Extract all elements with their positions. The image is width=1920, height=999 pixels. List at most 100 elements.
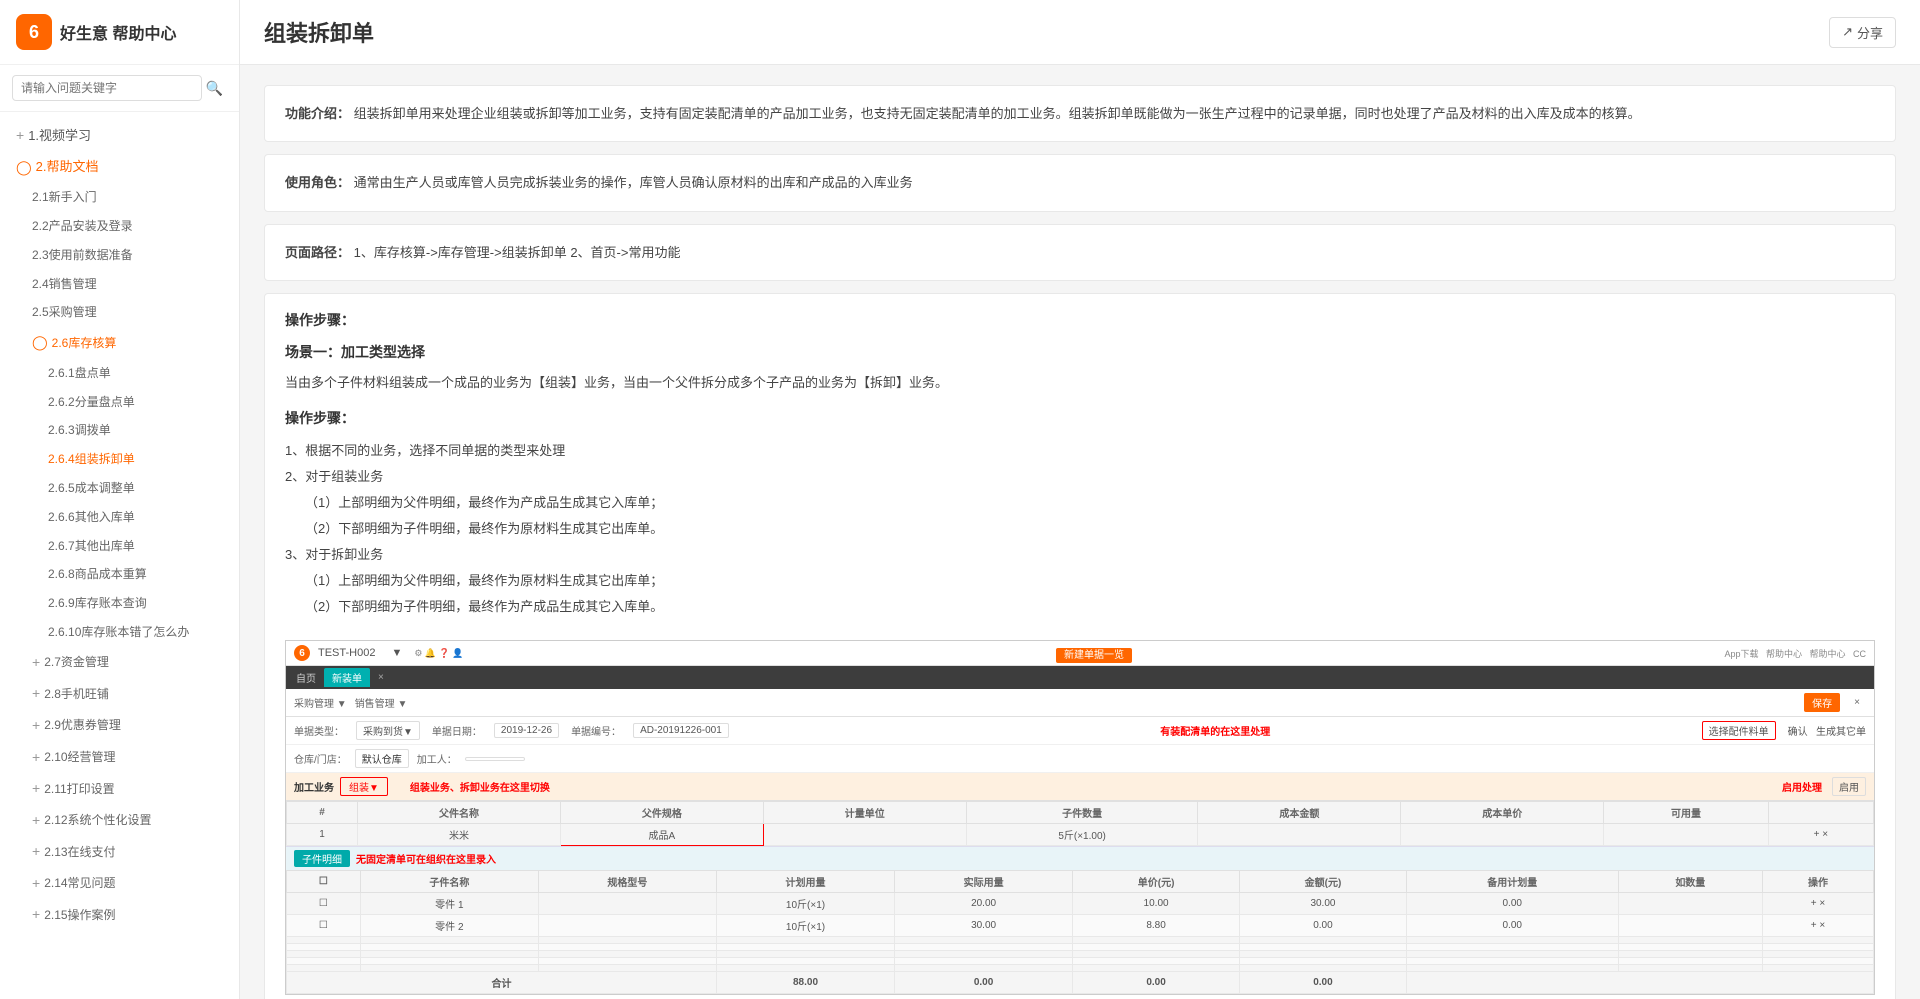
mock-doc-type-value: 采购到货▼ bbox=[356, 721, 420, 740]
search-area: 🔍 bbox=[0, 65, 239, 112]
mock-upper-table-wrapper: # 父件名称 父件规格 计量单位 子件数量 成本金额 成本单价 可用量 bbox=[286, 801, 1874, 846]
func-intro-text: 组装拆卸单用来处理企业组装或拆卸等加工业务，支持有固定装配清单的产品加工业务，也… bbox=[354, 106, 1641, 121]
mock-top-nav-btn: 新建单据一览 bbox=[472, 646, 1717, 661]
sidebar-item-2[interactable]: ◯ 2.帮助文档 bbox=[0, 152, 239, 184]
mock-lower-header: 子件明细 无固定清单可在组织在这里录入 bbox=[286, 846, 1874, 870]
sidebar-item-2-6-8[interactable]: 2.6.8商品成本重算 bbox=[0, 560, 239, 589]
steps-main-title: 操作步骤： bbox=[285, 310, 1875, 330]
mock-th-seq: # bbox=[287, 802, 358, 824]
func-intro-label: 功能介绍： bbox=[285, 106, 350, 121]
sidebar-item-2-6-9[interactable]: 2.6.9库存账本查询 bbox=[0, 589, 239, 618]
mock-save-btn: 保存 bbox=[1804, 693, 1840, 712]
mock-dept-value: 默认仓库 bbox=[355, 749, 409, 768]
mock-lt-th-ops: 操作 bbox=[1763, 871, 1874, 893]
sidebar-item-2-8[interactable]: + 2.8手机旺铺 bbox=[0, 678, 239, 710]
mock-enable-annotation: 启用处理 bbox=[1782, 779, 1822, 794]
expand-icon-2-10: + bbox=[32, 748, 40, 768]
mock-lt-th-plan-qty: 计划用量 bbox=[716, 871, 894, 893]
sidebar-item-2-6-6[interactable]: 2.6.6其他入库单 bbox=[0, 503, 239, 532]
expand-icon-2-8: + bbox=[32, 684, 40, 704]
step2-1: （1）上部明细为父件明细，最终作为产成品生成其它入库单； bbox=[285, 490, 1875, 516]
sidebar-item-2-1[interactable]: 2.1新手入门 bbox=[0, 183, 239, 212]
search-input[interactable] bbox=[12, 75, 202, 101]
sidebar-item-2-6-10[interactable]: 2.6.10库存账本错了怎么办 bbox=[0, 618, 239, 647]
mock-lower-tab: 子件明细 bbox=[294, 850, 350, 867]
share-icon: ↗ bbox=[1842, 24, 1853, 40]
mock-doc-type-label: 单据类型： bbox=[294, 723, 344, 738]
mock-ui: 6 TEST-H002 ▼ ⚙ 🔔 ❓ 👤 新建单据一览 App下载 帮助中心 … bbox=[286, 641, 1874, 994]
mock-table-footer: 合计 88.00 0.00 0.00 0.00 bbox=[287, 972, 1874, 994]
mock-top-icons: ⚙ 🔔 ❓ 👤 bbox=[414, 648, 463, 659]
mock-cell-spec-1: 成品A bbox=[560, 824, 763, 846]
sidebar-item-2-6-2[interactable]: 2.6.2分量盘点单 bbox=[0, 388, 239, 417]
sidebar-item-2-7[interactable]: + 2.7资金管理 bbox=[0, 647, 239, 679]
sidebar-item-2-6[interactable]: ◯ 2.6库存核算 bbox=[0, 327, 239, 359]
expand-icon-2-7: + bbox=[32, 653, 40, 673]
mock-th-qty: 子件数量 bbox=[966, 802, 1198, 824]
mock-type-switch: 加工业务 组装▼ 组装业务、拆卸业务在这里切换 启用处理 启用 bbox=[286, 773, 1874, 801]
mock-lt-th-name: 子件名称 bbox=[360, 871, 538, 893]
mock-th-parent-name: 父件名称 bbox=[358, 802, 561, 824]
mock-doc-no-label: 单据编号： bbox=[571, 723, 621, 738]
expand-icon-2-9: + bbox=[32, 716, 40, 736]
path-label: 页面路径： bbox=[285, 245, 350, 260]
mock-nav-home: 自页 bbox=[290, 668, 322, 687]
mock-lt-th-spec: 规格型号 bbox=[538, 871, 716, 893]
content-body: 功能介绍： 组装拆卸单用来处理企业组装或拆卸等加工业务，支持有固定装配清单的产品… bbox=[240, 65, 1920, 999]
mock-lt-row-2: ☐ 零件 2 10斤(×1) 30.00 8.80 0.00 0.00 bbox=[287, 915, 1874, 937]
sidebar-item-2-3[interactable]: 2.3使用前数据准备 bbox=[0, 241, 239, 270]
mock-top-dropdown: ▼ bbox=[391, 647, 402, 659]
sidebar-item-2-13[interactable]: + 2.13在线支付 bbox=[0, 836, 239, 868]
role-label: 使用角色： bbox=[285, 175, 350, 190]
mock-enable-btn: 启用 bbox=[1832, 777, 1866, 796]
sidebar-item-1[interactable]: + 1.视频学习 bbox=[0, 120, 239, 152]
mock-topbar: 6 TEST-H002 ▼ ⚙ 🔔 ❓ 👤 新建单据一览 App下载 帮助中心 … bbox=[286, 641, 1874, 666]
mock-cell-avail-1 bbox=[1604, 824, 1769, 846]
sidebar-item-2-4[interactable]: 2.4销售管理 bbox=[0, 270, 239, 299]
mock-doc-date-label: 单据日期： bbox=[432, 723, 482, 738]
step3-1: （1）上部明细为父件明细，最终作为原材料生成其它出库单； bbox=[285, 568, 1875, 594]
mock-footer-v3: 0.00 bbox=[1073, 972, 1240, 994]
sidebar-item-2-12[interactable]: + 2.12系统个性化设置 bbox=[0, 805, 239, 837]
search-button[interactable]: 🔍 bbox=[202, 76, 227, 101]
mock-assemble-tab: 加工业务 bbox=[294, 779, 334, 794]
expand-icon-2-13: + bbox=[32, 842, 40, 862]
mock-footer-v4: 0.00 bbox=[1240, 972, 1407, 994]
mock-top-id: TEST-H002 bbox=[318, 647, 375, 659]
mock-th-action bbox=[1768, 802, 1873, 824]
sidebar-item-2-9[interactable]: + 2.9优惠券管理 bbox=[0, 710, 239, 742]
mock-form-header: 采购管理 ▼ 销售管理 ▼ 保存 × bbox=[286, 689, 1874, 717]
step3: 3、对于拆卸业务 （1）上部明细为父件明细，最终作为原材料生成其它出库单； （2… bbox=[285, 542, 1875, 620]
expand-icon-2-11: + bbox=[32, 779, 40, 799]
mock-th-unit: 计量单位 bbox=[763, 802, 966, 824]
mock-doc-date-value: 2019-12-26 bbox=[494, 723, 559, 738]
mock-doc-no-value: AD-20191226-001 bbox=[633, 723, 729, 738]
mock-qty-value bbox=[465, 757, 525, 761]
expand-icon-2-14: + bbox=[32, 874, 40, 894]
mock-upper-row-1: 1 米米 成品A 5斤(×1.00) + × bbox=[287, 824, 1874, 846]
mock-footer-label: 合计 bbox=[287, 972, 717, 994]
mock-cell-qty-1: 5斤(×1.00) bbox=[966, 824, 1198, 846]
sidebar-item-2-10[interactable]: + 2.10经营管理 bbox=[0, 742, 239, 774]
mock-cell-costprice-1 bbox=[1401, 824, 1604, 846]
sidebar-item-2-15[interactable]: + 2.15操作案例 bbox=[0, 899, 239, 931]
sidebar-item-2-6-7[interactable]: 2.6.7其他出库单 bbox=[0, 532, 239, 561]
screenshot-container: 6 TEST-H002 ▼ ⚙ 🔔 ❓ 👤 新建单据一览 App下载 帮助中心 … bbox=[285, 640, 1875, 995]
sidebar-item-2-14[interactable]: + 2.14常见问题 bbox=[0, 868, 239, 900]
sidebar-item-2-6-5[interactable]: 2.6.5成本调整单 bbox=[0, 474, 239, 503]
sidebar-item-2-6-1[interactable]: 2.6.1盘点单 bbox=[0, 359, 239, 388]
sidebar-item-2-11[interactable]: + 2.11打印设置 bbox=[0, 773, 239, 805]
mock-lower-annotation: 无固定清单可在组织在这里录入 bbox=[356, 851, 496, 866]
sidebar-item-2-5[interactable]: 2.5采购管理 bbox=[0, 298, 239, 327]
path-text: 1、库存核算->库存管理->组装拆卸单 2、首页->常用功能 bbox=[354, 245, 681, 260]
sidebar-item-2-2[interactable]: 2.2产品安装及登录 bbox=[0, 212, 239, 241]
expand-icon-2-12: + bbox=[32, 811, 40, 831]
mock-lt-row-5 bbox=[287, 951, 1874, 958]
sidebar-item-2-6-3[interactable]: 2.6.3调拨单 bbox=[0, 416, 239, 445]
mock-lt-th-actual-qty: 实际用量 bbox=[895, 871, 1073, 893]
mock-type-annotation: 组装业务、拆卸业务在这里切换 bbox=[410, 779, 550, 794]
sidebar-item-2-6-4[interactable]: 2.6.4组装拆卸单 bbox=[0, 445, 239, 474]
share-button[interactable]: ↗ 分享 bbox=[1829, 17, 1896, 48]
mock-th-parent-spec: 父件规格 bbox=[560, 802, 763, 824]
mock-nav-bar: 自页 新装单 × bbox=[286, 666, 1874, 689]
